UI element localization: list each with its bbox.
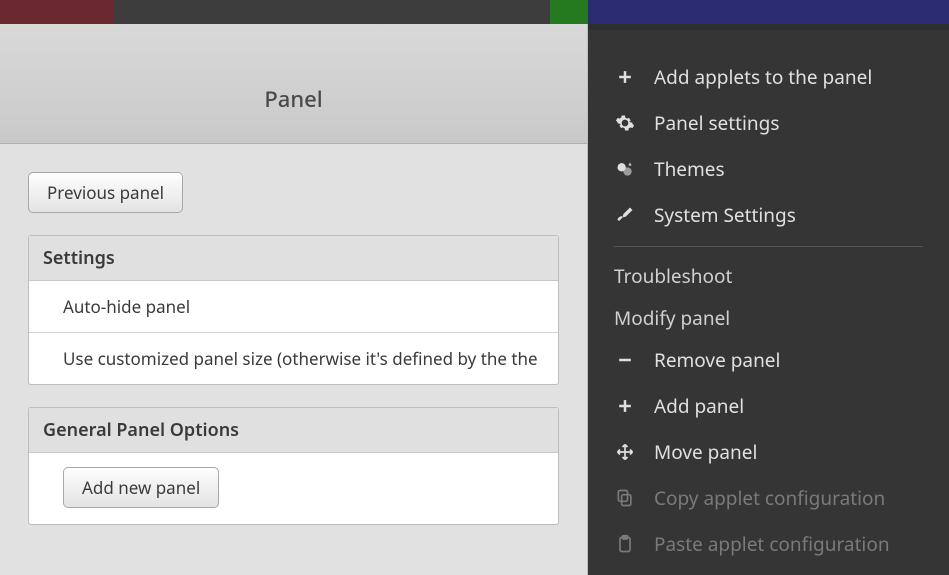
top-panel-bar [0,0,949,24]
menu-remove-panel[interactable]: Remove panel [588,337,949,383]
gear-icon [614,112,636,134]
menu-separator [614,246,923,247]
panel-segment [0,0,114,24]
paste-icon [614,533,636,555]
panel-segment [550,0,588,24]
themes-icon [614,158,636,180]
menu-add-panel[interactable]: Add panel [588,383,949,429]
menu-add-applets[interactable]: Add applets to the panel [588,54,949,100]
menu-section-troubleshoot[interactable]: Troubleshoot [588,253,949,295]
window-title: Panel [0,24,587,144]
menu-item-label: Themes [654,156,725,182]
auto-hide-row[interactable]: Auto-hide panel [29,281,558,333]
menu-system-settings[interactable]: System Settings [588,192,949,238]
menu-item-label: Paste applet configuration [654,531,890,557]
menu-item-label: Move panel [654,439,757,465]
general-section-body: Add new panel [29,453,558,524]
menu-move-panel[interactable]: Move panel [588,429,949,475]
menu-item-label: Copy applet configuration [654,485,885,511]
window-body: Previous panel Settings Auto-hide panel … [0,144,587,575]
panel-settings-window: Panel Previous panel Settings Auto-hide … [0,24,588,575]
panel-segment [588,0,949,24]
menu-item-label: Add panel [654,393,744,419]
add-new-panel-button[interactable]: Add new panel [63,467,219,508]
plus-icon [614,395,636,417]
panel-context-menu: Add applets to the panel Panel settings … [588,30,949,575]
move-icon [614,441,636,463]
settings-section-header: Settings [29,236,558,281]
minus-icon [614,349,636,371]
menu-themes[interactable]: Themes [588,146,949,192]
menu-paste-applet-config: Paste applet configuration [588,521,949,567]
menu-panel-settings[interactable]: Panel settings [588,100,949,146]
menu-section-modify: Modify panel [588,295,949,337]
plus-icon [614,66,636,88]
menu-item-label: System Settings [654,202,796,228]
settings-section: Settings Auto-hide panel Use customized … [28,235,559,385]
previous-panel-button[interactable]: Previous panel [28,172,183,213]
tools-icon [614,204,636,226]
panel-segment [114,0,551,24]
menu-item-label: Remove panel [654,347,780,373]
menu-item-label: Add applets to the panel [654,64,872,90]
custom-size-row[interactable]: Use customized panel size (otherwise it'… [29,333,558,384]
menu-item-label: Panel settings [654,110,779,136]
general-section-header: General Panel Options [29,408,558,453]
general-options-section: General Panel Options Add new panel [28,407,559,525]
copy-icon [614,487,636,509]
menu-copy-applet-config: Copy applet configuration [588,475,949,521]
